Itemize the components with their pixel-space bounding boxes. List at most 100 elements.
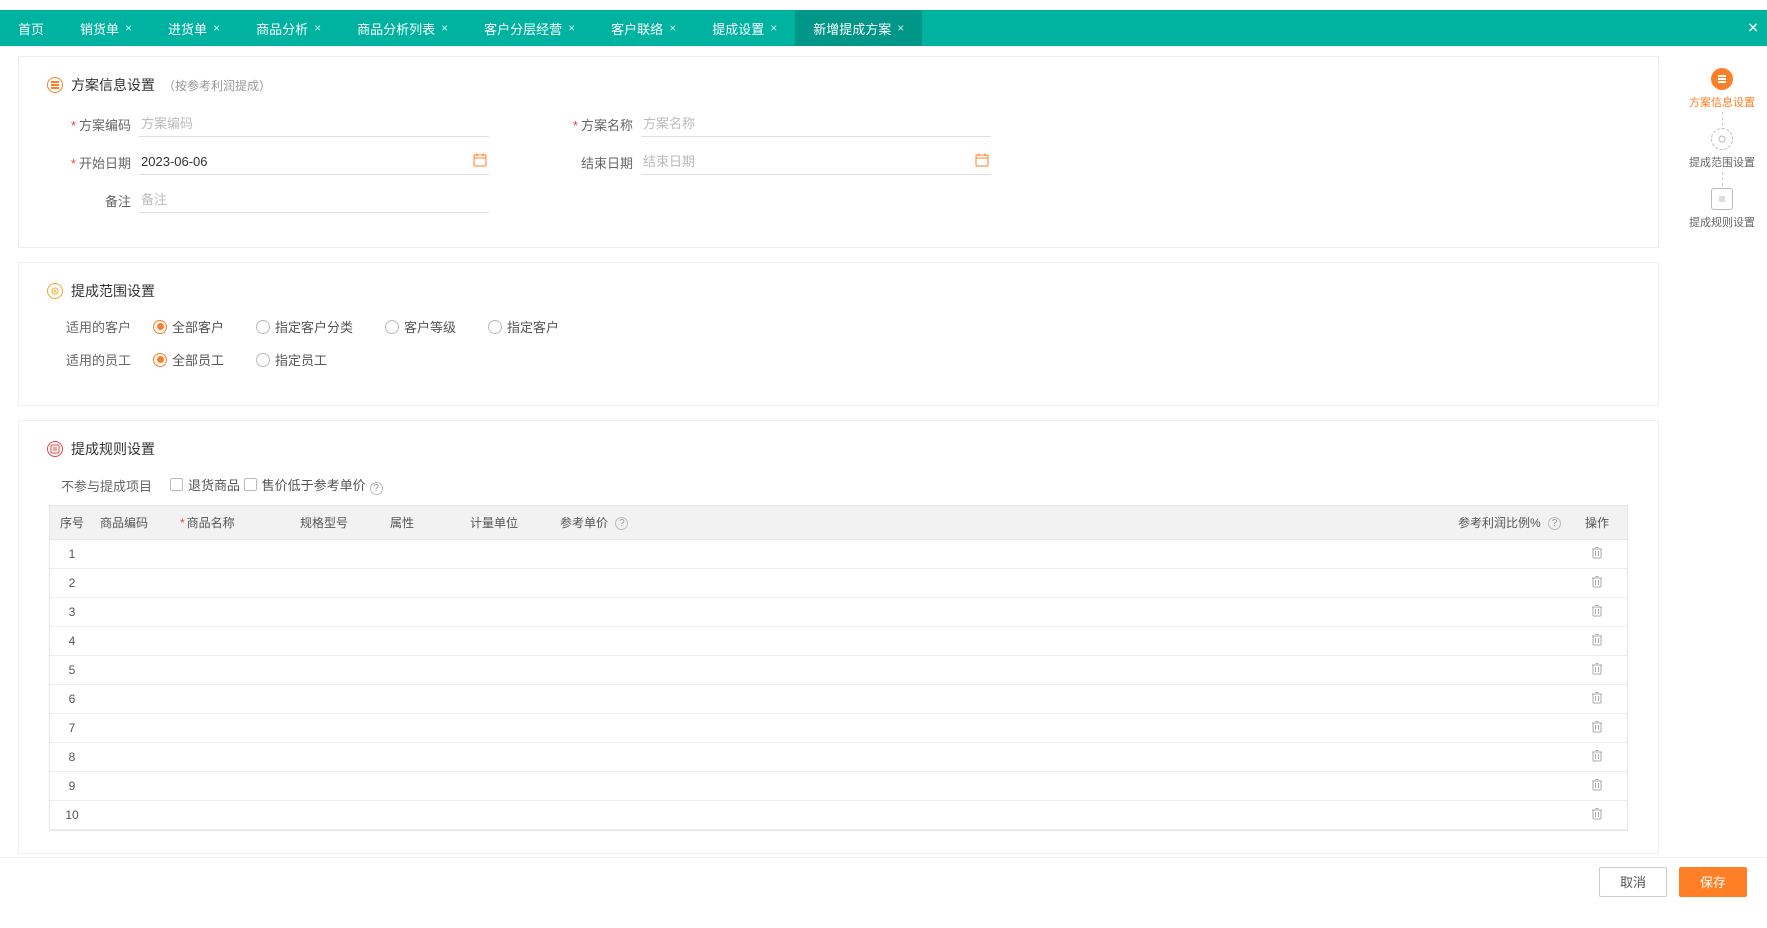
cell[interactable]	[464, 627, 554, 656]
cell[interactable]	[554, 685, 1061, 714]
tab-客户分层经营[interactable]: 客户分层经营×	[466, 10, 593, 46]
plan-name-input[interactable]	[641, 111, 991, 137]
delete-icon[interactable]	[1591, 547, 1603, 562]
cell[interactable]	[174, 540, 294, 569]
delete-icon[interactable]	[1591, 750, 1603, 765]
cell[interactable]	[174, 801, 294, 830]
step-nav-item[interactable]: 方案信息设置	[1689, 68, 1755, 110]
cell[interactable]	[464, 714, 554, 743]
cell[interactable]	[464, 685, 554, 714]
tab-close-icon[interactable]: ×	[441, 21, 448, 35]
cell[interactable]	[174, 743, 294, 772]
cell[interactable]	[1061, 598, 1568, 627]
cell[interactable]	[464, 598, 554, 627]
remark-input[interactable]	[139, 187, 489, 213]
table-row[interactable]: 3	[50, 598, 1627, 627]
cell[interactable]	[464, 540, 554, 569]
cell[interactable]	[1061, 714, 1568, 743]
cell[interactable]	[1061, 685, 1568, 714]
cell[interactable]	[384, 627, 464, 656]
radio-option[interactable]: 指定客户	[488, 317, 559, 336]
tab-close-icon[interactable]: ×	[770, 21, 777, 35]
radio-option[interactable]: 指定客户分类	[256, 317, 353, 336]
delete-icon[interactable]	[1591, 779, 1603, 794]
cell[interactable]	[554, 801, 1061, 830]
table-row[interactable]: 6	[50, 685, 1627, 714]
cell[interactable]	[1061, 772, 1568, 801]
tab-首页[interactable]: 首页	[0, 10, 62, 46]
tab-close-icon[interactable]: ×	[125, 21, 132, 35]
cell[interactable]	[94, 772, 174, 801]
delete-icon[interactable]	[1591, 634, 1603, 649]
cell[interactable]	[384, 743, 464, 772]
radio-option[interactable]: 客户等级	[385, 317, 456, 336]
tab-close-icon[interactable]: ×	[897, 21, 904, 35]
step-nav-item[interactable]: 提成规则设置	[1689, 188, 1755, 230]
tab-销货单[interactable]: 销货单×	[62, 10, 150, 46]
radio-option[interactable]: 指定员工	[256, 350, 327, 369]
cell[interactable]	[384, 801, 464, 830]
calendar-icon[interactable]	[473, 153, 487, 170]
cell[interactable]	[1061, 540, 1568, 569]
help-icon[interactable]: ?	[370, 482, 383, 495]
save-button[interactable]: 保存	[1679, 867, 1747, 897]
delete-icon[interactable]	[1591, 663, 1603, 678]
cell[interactable]	[94, 540, 174, 569]
cell[interactable]	[294, 801, 384, 830]
cell[interactable]	[384, 714, 464, 743]
checkbox-option[interactable]: 退货商品	[170, 475, 240, 494]
cell[interactable]	[174, 772, 294, 801]
delete-icon[interactable]	[1591, 692, 1603, 707]
cell[interactable]	[554, 540, 1061, 569]
cancel-button[interactable]: 取消	[1599, 867, 1667, 897]
cell[interactable]	[174, 656, 294, 685]
cell[interactable]	[174, 714, 294, 743]
table-row[interactable]: 4	[50, 627, 1627, 656]
cell[interactable]	[464, 656, 554, 685]
cell[interactable]	[554, 772, 1061, 801]
tab-close-icon[interactable]: ×	[669, 21, 676, 35]
radio-option[interactable]: 全部员工	[153, 350, 224, 369]
table-row[interactable]: 10	[50, 801, 1627, 830]
cell[interactable]	[554, 743, 1061, 772]
calendar-icon[interactable]	[975, 153, 989, 170]
cell[interactable]	[464, 801, 554, 830]
cell[interactable]	[94, 598, 174, 627]
cell[interactable]	[554, 569, 1061, 598]
table-row[interactable]: 7	[50, 714, 1627, 743]
step-nav-item[interactable]: 提成范围设置	[1689, 128, 1755, 170]
cell[interactable]	[554, 714, 1061, 743]
cell[interactable]	[94, 685, 174, 714]
cell[interactable]	[94, 743, 174, 772]
help-icon[interactable]: ?	[615, 517, 628, 530]
cell[interactable]	[94, 627, 174, 656]
cell[interactable]	[384, 772, 464, 801]
cell[interactable]	[384, 685, 464, 714]
cell[interactable]	[174, 627, 294, 656]
table-row[interactable]: 5	[50, 656, 1627, 685]
cell[interactable]	[1061, 743, 1568, 772]
cell[interactable]	[294, 598, 384, 627]
tab-客户联络[interactable]: 客户联络×	[593, 10, 694, 46]
tab-close-icon[interactable]: ×	[213, 21, 220, 35]
cell[interactable]	[174, 569, 294, 598]
cell[interactable]	[294, 685, 384, 714]
cell[interactable]	[1061, 801, 1568, 830]
table-row[interactable]: 8	[50, 743, 1627, 772]
cell[interactable]	[554, 656, 1061, 685]
cell[interactable]	[294, 772, 384, 801]
cell[interactable]	[554, 598, 1061, 627]
cell[interactable]	[294, 627, 384, 656]
start-date-input[interactable]	[139, 149, 489, 175]
tab-close-icon[interactable]: ×	[314, 21, 321, 35]
table-row[interactable]: 9	[50, 772, 1627, 801]
tab-进货单[interactable]: 进货单×	[150, 10, 238, 46]
delete-icon[interactable]	[1591, 605, 1603, 620]
cell[interactable]	[294, 743, 384, 772]
cell[interactable]	[94, 801, 174, 830]
cell[interactable]	[384, 598, 464, 627]
delete-icon[interactable]	[1591, 808, 1603, 823]
tab-商品分析列表[interactable]: 商品分析列表×	[339, 10, 466, 46]
delete-icon[interactable]	[1591, 576, 1603, 591]
help-icon[interactable]: ?	[1548, 517, 1561, 530]
